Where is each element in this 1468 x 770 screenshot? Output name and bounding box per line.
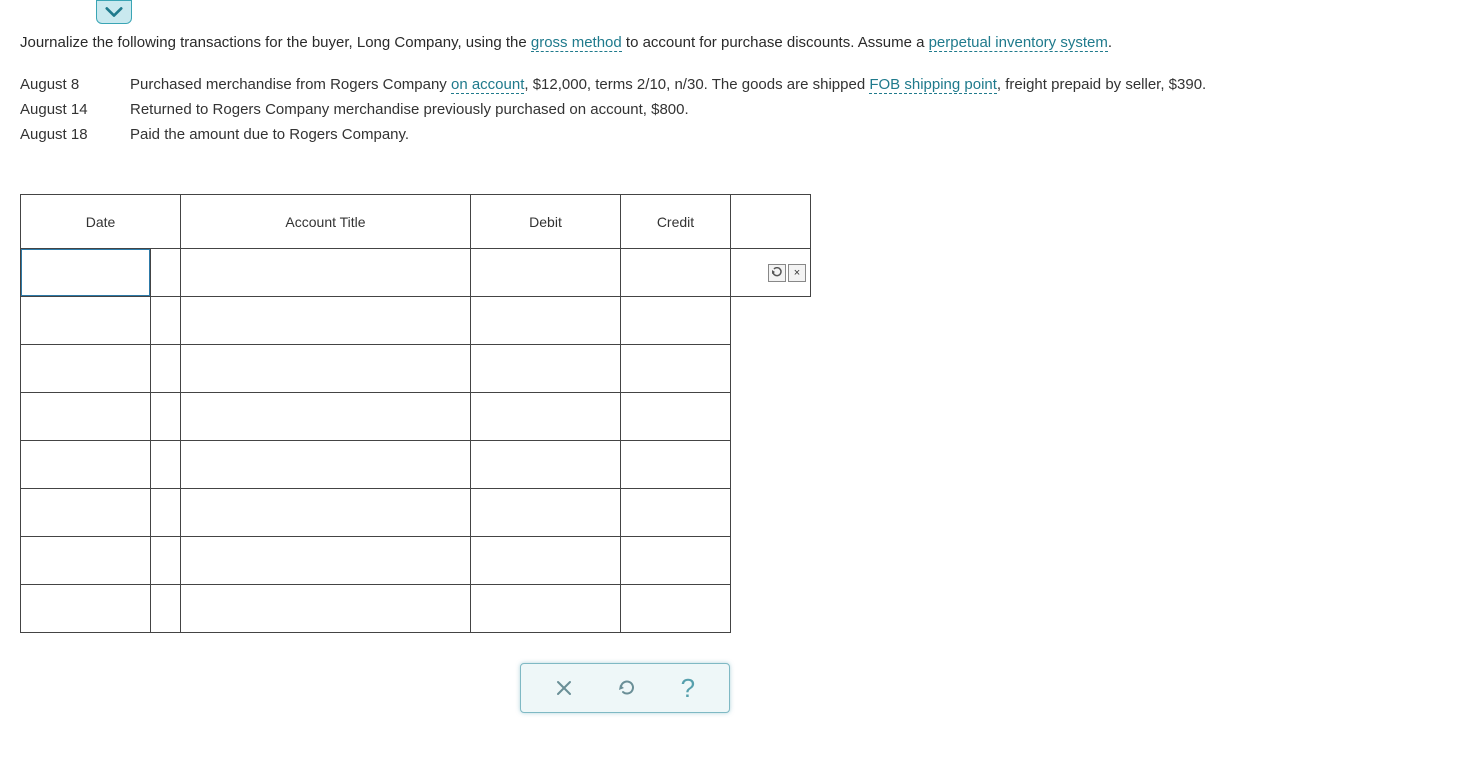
header-date: Date [21,195,181,249]
transaction-description: Paid the amount due to Rogers Company. [130,123,1448,146]
debit-input[interactable] [471,345,620,392]
account-title-input[interactable] [181,249,470,296]
table-row [21,393,811,441]
transaction-row: August 8 Purchased merchandise from Roge… [20,73,1448,96]
answer-toolbar: ? [520,663,730,713]
header-debit: Debit [471,195,621,249]
intro-prefix: Journalize the following transactions fo… [20,34,531,51]
date-sub-input[interactable] [151,441,180,488]
table-row [21,345,811,393]
chevron-down-icon [105,5,123,19]
date-input[interactable] [21,249,150,296]
debit-input[interactable] [471,249,620,296]
date-input[interactable] [21,393,150,440]
add-row-icon [771,267,783,279]
reset-button[interactable] [617,678,637,698]
instructions-text: Journalize the following transactions fo… [20,32,1448,55]
header-credit: Credit [621,195,731,249]
account-title-input[interactable] [181,441,470,488]
credit-input[interactable] [621,297,730,344]
account-title-input[interactable] [181,537,470,584]
table-row [21,297,811,345]
remove-row-button[interactable]: × [788,264,806,282]
journal-table: Date Account Title Debit Credit × [20,194,811,633]
credit-input[interactable] [621,441,730,488]
header-extra [731,195,811,249]
on-account-link[interactable]: on account [451,76,524,94]
account-title-input[interactable] [181,393,470,440]
perpetual-inventory-link[interactable]: perpetual inventory system [929,34,1108,52]
date-sub-input[interactable] [151,249,180,296]
credit-input[interactable] [621,249,730,296]
date-input[interactable] [21,489,150,536]
credit-input[interactable] [621,489,730,536]
transaction-date: August 18 [20,123,130,146]
date-sub-input[interactable] [151,537,180,584]
debit-input[interactable] [471,297,620,344]
reset-icon [617,678,637,698]
intro-suffix: . [1108,34,1112,51]
clear-button[interactable] [555,679,573,697]
transaction-description: Purchased merchandise from Rogers Compan… [130,73,1448,96]
table-row [21,441,811,489]
credit-input[interactable] [621,585,730,632]
help-button[interactable]: ? [681,673,695,704]
debit-input[interactable] [471,441,620,488]
expand-toggle[interactable] [96,0,132,24]
date-sub-input[interactable] [151,297,180,344]
transaction-row: August 18 Paid the amount due to Rogers … [20,123,1448,146]
table-row [21,489,811,537]
date-input[interactable] [21,345,150,392]
account-title-input[interactable] [181,489,470,536]
table-row [21,585,811,633]
close-icon [555,679,573,697]
account-title-input[interactable] [181,297,470,344]
debit-input[interactable] [471,393,620,440]
debit-input[interactable] [471,537,620,584]
intro-mid: to account for purchase discounts. Assum… [622,34,929,51]
table-row: × [21,249,811,297]
credit-input[interactable] [621,393,730,440]
transaction-row: August 14 Returned to Rogers Company mer… [20,98,1448,121]
table-row [21,537,811,585]
fob-shipping-point-link[interactable]: FOB shipping point [869,76,997,94]
date-input[interactable] [21,537,150,584]
account-title-input[interactable] [181,585,470,632]
credit-input[interactable] [621,345,730,392]
date-sub-input[interactable] [151,393,180,440]
debit-input[interactable] [471,585,620,632]
add-row-button[interactable] [768,264,786,282]
date-sub-input[interactable] [151,489,180,536]
transaction-list: August 8 Purchased merchandise from Roge… [20,73,1448,147]
transaction-date: August 14 [20,98,130,121]
date-input[interactable] [21,441,150,488]
transaction-description: Returned to Rogers Company merchandise p… [130,98,1448,121]
credit-input[interactable] [621,537,730,584]
account-title-input[interactable] [181,345,470,392]
date-input[interactable] [21,585,150,632]
header-account: Account Title [181,195,471,249]
transaction-date: August 8 [20,73,130,96]
debit-input[interactable] [471,489,620,536]
gross-method-link[interactable]: gross method [531,34,622,52]
date-input[interactable] [21,297,150,344]
date-sub-input[interactable] [151,585,180,632]
date-sub-input[interactable] [151,345,180,392]
